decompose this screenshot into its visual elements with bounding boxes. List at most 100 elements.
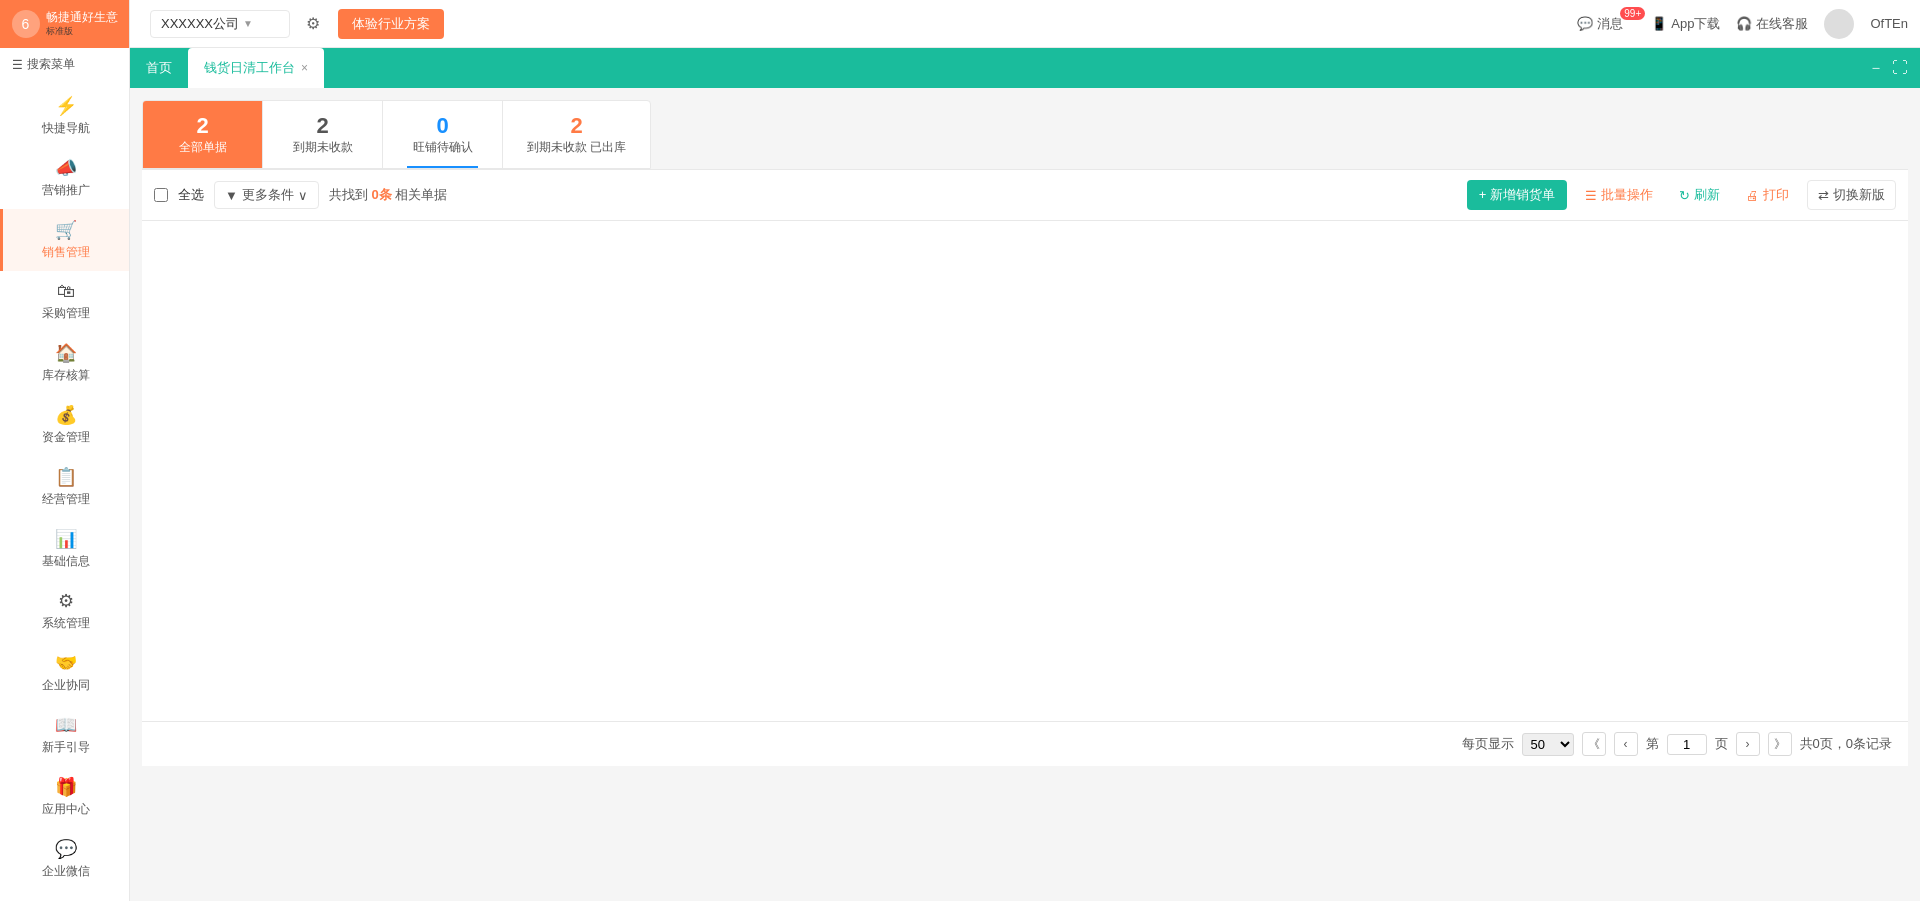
trial-button[interactable]: 体验行业方案 <box>338 9 444 39</box>
filter-label: 更多条件 <box>242 186 294 204</box>
sidebar-item-xinshou[interactable]: 📖 新手引导 <box>0 704 129 766</box>
header-right: 💬 消息 99+ 📱 App下载 🎧 在线客服 OfTEn <box>1577 9 1908 39</box>
filter-button[interactable]: ▼ 更多条件 ∨ <box>214 181 319 209</box>
sidebar-item-yingyong[interactable]: 🎁 应用中心 <box>0 766 129 828</box>
sidebar-item-xitong[interactable]: ⚙ 系统管理 <box>0 580 129 642</box>
sidebar-item-huiyuan[interactable]: 👑 畅会员 <box>0 890 129 901</box>
kuaijie-icon: ⚡ <box>55 95 77 117</box>
batch-icon: ☰ <box>1585 188 1597 203</box>
switch-version-button[interactable]: ⇄ 切换新版 <box>1807 180 1896 210</box>
company-name: XXXXXX公司 <box>161 15 239 33</box>
summary-tab-all[interactable]: 2 全部单据 <box>143 101 263 168</box>
page-label: 第 <box>1646 735 1659 753</box>
sidebar-item-label: 应用中心 <box>42 801 90 818</box>
sidebar-item-zijin[interactable]: 💰 资金管理 <box>0 394 129 456</box>
refresh-button[interactable]: ↻ 刷新 <box>1671 182 1728 208</box>
tab-home[interactable]: 首页 <box>130 48 188 88</box>
sidebar-item-label: 企业微信 <box>42 863 90 880</box>
jingying-icon: 📋 <box>55 466 77 488</box>
tabs-bar: 首页 钱货日清工作台 × － ⛶ <box>130 48 1920 88</box>
sidebar-item-label: 新手引导 <box>42 739 90 756</box>
yingyong-icon: 🎁 <box>55 776 77 798</box>
switch-icon: ⇄ <box>1818 188 1829 203</box>
company-selector[interactable]: XXXXXX公司 ▼ <box>150 10 290 38</box>
batch-button[interactable]: ☰ 批量操作 <box>1577 182 1661 208</box>
weixin-icon: 💬 <box>55 838 77 860</box>
tab-close-icon[interactable]: × <box>301 61 308 75</box>
zijin-icon: 💰 <box>55 404 77 426</box>
app-icon: 📱 <box>1651 16 1667 31</box>
tab-all-count: 2 <box>167 113 238 139</box>
tab-overdue-count: 2 <box>287 113 358 139</box>
first-page-button[interactable]: 《 <box>1582 732 1606 756</box>
sidebar-item-label: 经营管理 <box>42 491 90 508</box>
tab-qianhuoqingong[interactable]: 钱货日清工作台 × <box>188 48 324 88</box>
select-all-checkbox[interactable] <box>154 188 168 202</box>
new-sale-button[interactable]: + 新增销货单 <box>1467 180 1567 210</box>
yingxiao-icon: 📣 <box>55 157 77 179</box>
page-suffix: 页 <box>1715 735 1728 753</box>
print-button[interactable]: 🖨 打印 <box>1738 182 1797 208</box>
summary-tab-overdue[interactable]: 2 到期未收款 <box>263 101 383 168</box>
summary-tab-wangpu[interactable]: 0 旺铺待确认 <box>383 101 503 168</box>
refresh-icon: ↻ <box>1679 188 1690 203</box>
per-page-label: 每页显示 <box>1462 735 1514 753</box>
xitong-icon: ⚙ <box>58 590 74 612</box>
tab-overdueout-label: 到期未收款 已出库 <box>527 139 626 156</box>
toolbar-right: + 新增销货单 ☰ 批量操作 ↻ 刷新 🖨 打印 ⇄ 切换新版 <box>1467 180 1896 210</box>
search-icon: ☰ <box>12 58 23 72</box>
message-button[interactable]: 💬 消息 99+ <box>1577 15 1635 33</box>
search-menu[interactable]: ☰ 搜索菜单 <box>0 48 129 81</box>
last-page-button[interactable]: 》 <box>1768 732 1792 756</box>
sidebar: 6 畅捷通好生意 标准版 ☰ 搜索菜单 ⚡ 快捷导航 📣 营销推广 🛒 销售管理… <box>0 0 130 901</box>
sidebar-item-caigou[interactable]: 🛍 采购管理 <box>0 271 129 332</box>
found-prefix: 共找到 <box>329 187 368 202</box>
switch-label: 切换新版 <box>1833 186 1885 204</box>
tab-home-label: 首页 <box>146 59 172 77</box>
logo-text: 畅捷通好生意 <box>46 10 118 26</box>
tab-active-label: 钱货日清工作台 <box>204 59 295 77</box>
filter-chevron-icon: ∨ <box>298 188 308 203</box>
tab-wangpu-count: 0 <box>407 113 478 139</box>
sidebar-item-jichu[interactable]: 📊 基础信息 <box>0 518 129 580</box>
tab-minimize-icon[interactable]: － <box>1868 58 1884 79</box>
xinshou-icon: 📖 <box>55 714 77 736</box>
kucun-icon: 🏠 <box>55 342 77 364</box>
prev-page-button[interactable]: ‹ <box>1614 732 1638 756</box>
message-icon: 💬 <box>1577 16 1593 31</box>
caigou-icon: 🛍 <box>57 281 75 302</box>
pagination: 每页显示 50 100 200 《 ‹ 第 页 › 》 共0页，0条记录 <box>142 721 1908 766</box>
sidebar-item-weixin[interactable]: 💬 企业微信 <box>0 828 129 890</box>
tab-overdueout-count: 2 <box>527 113 626 139</box>
avatar[interactable] <box>1824 9 1854 39</box>
page-input[interactable] <box>1667 734 1707 755</box>
app-download-button[interactable]: 📱 App下载 <box>1651 15 1720 33</box>
message-badge: 99+ <box>1620 7 1645 20</box>
select-all-label: 全选 <box>178 186 204 204</box>
sidebar-item-label: 基础信息 <box>42 553 90 570</box>
tabs-right-actions: － ⛶ <box>1868 58 1920 79</box>
next-page-button[interactable]: › <box>1736 732 1760 756</box>
tab-expand-icon[interactable]: ⛶ <box>1892 59 1908 77</box>
jichu-icon: 📊 <box>55 528 77 550</box>
summary-tab-overdueout[interactable]: 2 到期未收款 已出库 <box>503 101 650 168</box>
sidebar-item-kucun[interactable]: 🏠 库存核算 <box>0 332 129 394</box>
sidebar-item-kuaijie[interactable]: ⚡ 快捷导航 <box>0 85 129 147</box>
username: OfTEn <box>1870 16 1908 31</box>
settings-icon[interactable]: ⚙ <box>298 9 328 39</box>
sidebar-item-qiye[interactable]: 🤝 企业协同 <box>0 642 129 704</box>
per-page-select[interactable]: 50 100 200 <box>1522 733 1574 756</box>
sidebar-item-label: 资金管理 <box>42 429 90 446</box>
refresh-label: 刷新 <box>1694 186 1720 204</box>
toolbar-left: 全选 ▼ 更多条件 ∨ 共找到 0条 相关单据 <box>154 181 1455 209</box>
sidebar-item-jingying[interactable]: 📋 经营管理 <box>0 456 129 518</box>
sidebar-item-yingxiao[interactable]: 📣 营销推广 <box>0 147 129 209</box>
total-label: 共0页，0条记录 <box>1800 735 1892 753</box>
sidebar-item-label: 快捷导航 <box>42 120 90 137</box>
sidebar-item-label: 库存核算 <box>42 367 90 384</box>
logo-icon: 6 <box>12 10 40 38</box>
service-button[interactable]: 🎧 在线客服 <box>1736 15 1808 33</box>
sidebar-item-label: 销售管理 <box>42 244 90 261</box>
sidebar-item-xiaoshou[interactable]: 🛒 销售管理 <box>0 209 129 271</box>
filter-icon: ▼ <box>225 188 238 203</box>
